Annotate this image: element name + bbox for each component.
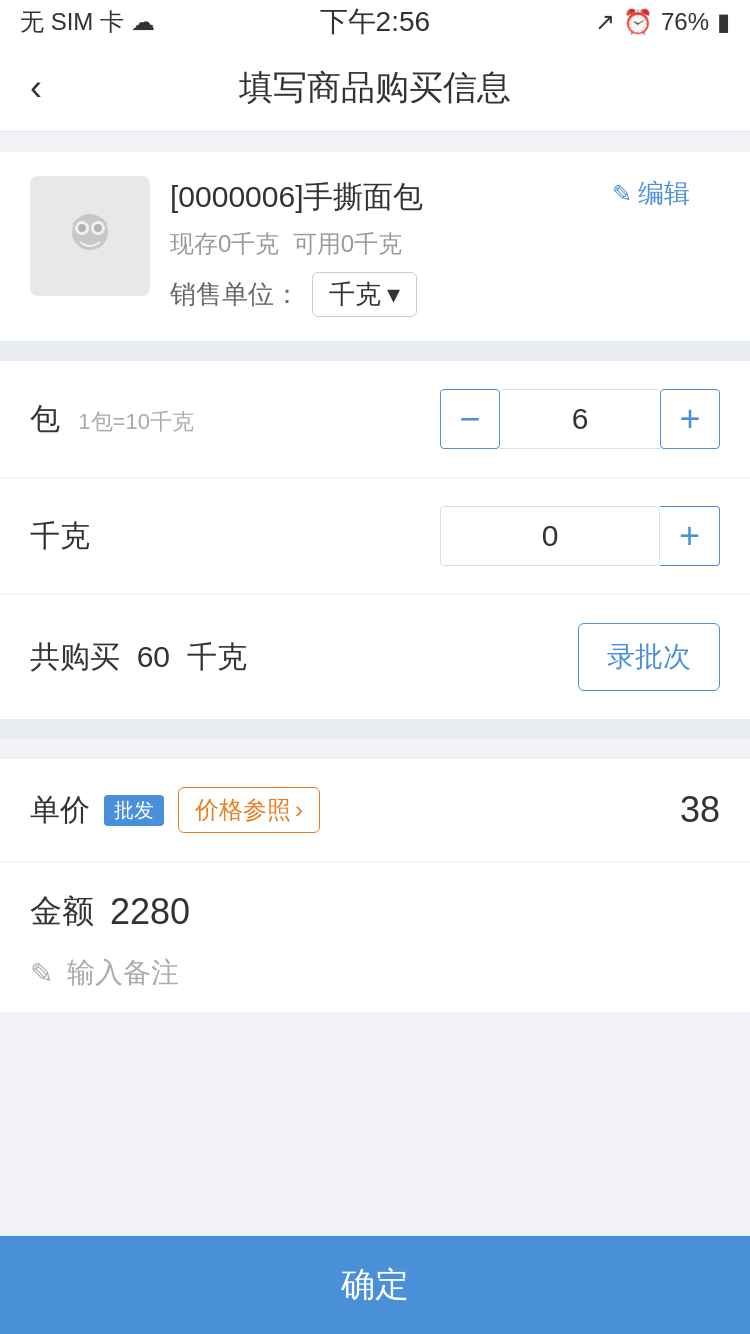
svg-point-3: [78, 224, 86, 232]
price-value: 38: [680, 789, 720, 831]
price-left: 单价 批发 价格参照 ›: [30, 787, 320, 833]
price-label: 单价: [30, 790, 90, 831]
divider-2: [0, 719, 750, 739]
product-stock: 现存0千克 可用0千克: [170, 228, 720, 260]
remark-row[interactable]: ✎ 输入备注: [30, 954, 720, 992]
status-left: 无 SIM 卡 ☁: [20, 6, 155, 38]
total-text: 共购买 60 千克: [30, 637, 247, 678]
product-unit-row: 销售单位： 千克 ▾: [170, 272, 720, 317]
record-batch-button[interactable]: 录批次: [578, 623, 720, 691]
kg-quantity-input[interactable]: [440, 506, 660, 566]
bag-plus-button[interactable]: +: [660, 389, 720, 449]
battery-icon: ▮: [717, 8, 730, 36]
status-time: 下午2:56: [320, 3, 431, 41]
kg-plus-button[interactable]: +: [660, 506, 720, 566]
amount-section: 金额 2280 ✎ 输入备注: [0, 861, 750, 1012]
page-title: 填写商品购买信息: [239, 65, 511, 111]
bag-sub-label: 1包=10千克: [78, 409, 194, 434]
divider-1: [0, 341, 750, 361]
price-ref-arrow-icon: ›: [295, 796, 303, 824]
total-row: 共购买 60 千克 录批次: [0, 595, 750, 719]
location-icon: ↗: [595, 8, 615, 36]
total-amount: 60: [137, 640, 170, 673]
dropdown-arrow-icon: ▾: [387, 279, 400, 310]
bag-quantity-input[interactable]: [500, 389, 660, 449]
remark-placeholder: 输入备注: [67, 954, 179, 992]
edit-button[interactable]: ✎ 编辑: [612, 176, 690, 211]
amount-label: 金额: [30, 890, 94, 934]
status-bar: 无 SIM 卡 ☁ 下午2:56 ↗ ⏰ 76% ▮: [0, 0, 750, 44]
battery-label: 76%: [661, 8, 709, 36]
amount-value: 2280: [110, 891, 190, 933]
input-section: 包 1包=10千克 − + 千克 +: [0, 361, 750, 595]
status-right: ↗ ⏰ 76% ▮: [595, 8, 730, 36]
product-name: [0000006]手撕面包: [170, 176, 423, 218]
price-row: 单价 批发 价格参照 › 38: [30, 787, 720, 833]
unit-select[interactable]: 千克 ▾: [312, 272, 417, 317]
bag-qty-control: − +: [440, 389, 720, 449]
bag-quantity-row: 包 1包=10千克 − +: [0, 361, 750, 478]
kg-label: 千克: [30, 516, 440, 557]
price-section: 单价 批发 价格参照 › 38: [0, 759, 750, 861]
product-thumbnail: [30, 176, 150, 296]
product-info: [0000006]手撕面包 ✎ 编辑 现存0千克 可用0千克 销售单位： 千克 …: [170, 176, 720, 317]
back-button[interactable]: ‹: [30, 67, 42, 109]
confirm-label: 确定: [341, 1262, 409, 1308]
kg-qty-control: +: [440, 506, 720, 566]
pencil-icon: ✎: [30, 957, 53, 990]
kg-quantity-row: 千克 +: [0, 478, 750, 595]
bag-minus-button[interactable]: −: [440, 389, 500, 449]
product-card: [0000006]手撕面包 ✎ 编辑 现存0千克 可用0千克 销售单位： 千克 …: [0, 152, 750, 341]
sim-label: 无 SIM 卡 ☁: [20, 6, 155, 38]
alarm-icon: ⏰: [623, 8, 653, 36]
wholesale-badge: 批发: [104, 795, 164, 826]
edit-icon: ✎: [612, 180, 632, 208]
amount-row: 金额 2280: [30, 890, 720, 934]
price-reference-button[interactable]: 价格参照 ›: [178, 787, 320, 833]
bag-label: 包 1包=10千克: [30, 399, 440, 440]
svg-point-4: [94, 224, 102, 232]
confirm-button[interactable]: 确定: [0, 1236, 750, 1334]
nav-bar: ‹ 填写商品购买信息: [0, 44, 750, 132]
